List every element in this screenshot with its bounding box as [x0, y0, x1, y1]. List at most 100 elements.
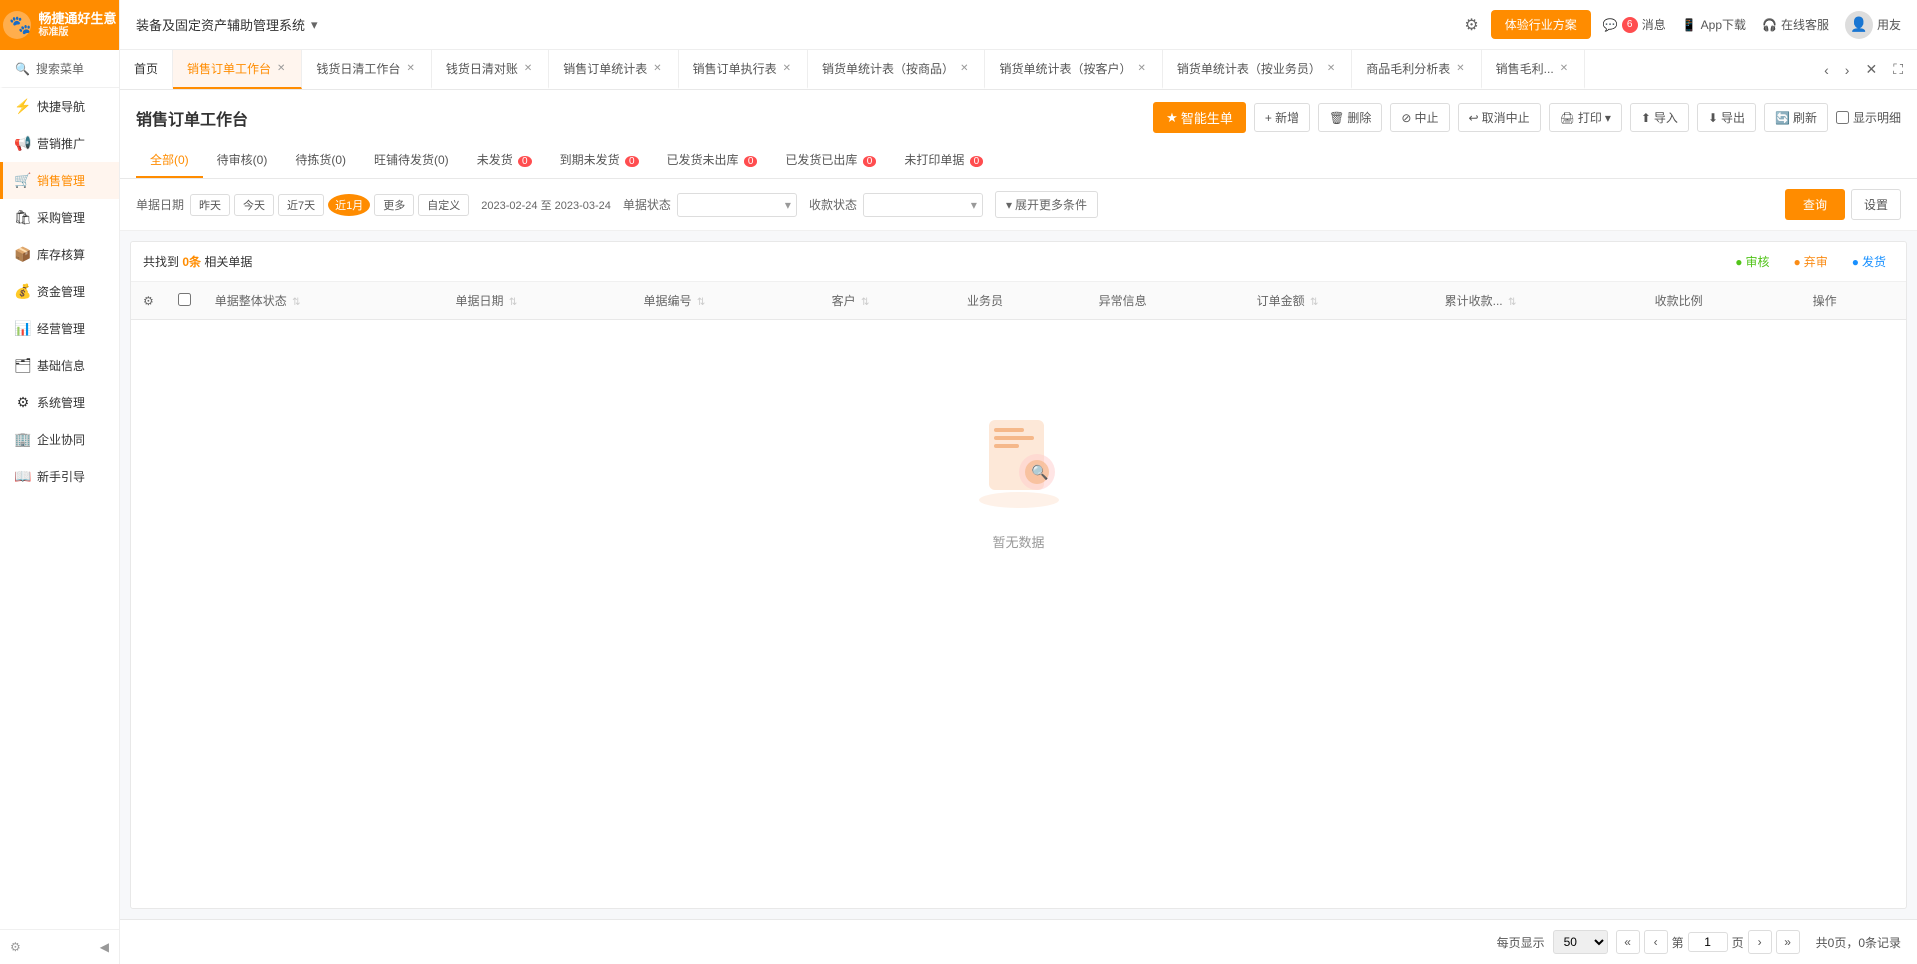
tab-reconciliation-close[interactable]: ✕ — [522, 62, 534, 75]
tab-margin-analysis-close[interactable]: ✕ — [1454, 62, 1466, 75]
date-btn-custom[interactable]: 自定义 — [418, 194, 469, 216]
tab-reconciliation[interactable]: 钱货日清对账 ✕ — [432, 50, 549, 89]
tab-sales-customer-close[interactable]: ✕ — [1135, 62, 1147, 75]
tab-maximize-btn[interactable]: ⛶ — [1887, 57, 1909, 82]
tab-sales-product[interactable]: 销货单统计表（按商品） ✕ — [808, 50, 985, 89]
export-icon: ⬇ — [1708, 111, 1718, 125]
industry-btn[interactable]: 体验行业方案 — [1491, 10, 1591, 39]
show-detail-checkbox[interactable] — [1836, 111, 1849, 124]
tab-close-all-btn[interactable]: ✕ — [1859, 57, 1883, 82]
date-btn-yesterday[interactable]: 昨天 — [190, 194, 230, 216]
subtab-overdue[interactable]: 到期未发货 0 — [546, 143, 653, 178]
tab-sales-staff-close[interactable]: ✕ — [1325, 62, 1337, 75]
select-all-checkbox[interactable] — [178, 293, 191, 306]
sort-status-icon[interactable]: ⇅ — [292, 297, 300, 308]
sidebar-item-inventory[interactable]: 📦 库存核算 — [0, 236, 119, 273]
tab-daily-clear[interactable]: 钱货日清工作台 ✕ — [302, 50, 431, 89]
subtab-shipped-not-out[interactable]: 已发货未出库 0 — [653, 143, 772, 178]
sidebar-item-enterprise[interactable]: 🏢 企业协同 — [0, 421, 119, 458]
cancel-stop-btn[interactable]: ↩ 取消中止 — [1458, 103, 1541, 132]
subtab-wangpu-pending[interactable]: 旺铺待发货(0) — [360, 143, 463, 178]
page-size-select[interactable]: 50 100 — [1553, 930, 1608, 954]
sort-number-icon[interactable]: ⇅ — [697, 297, 705, 308]
smart-create-btn[interactable]: ★ 智能生单 — [1153, 102, 1246, 133]
tab-sales-workbench[interactable]: 销售订单工作台 ✕ — [173, 50, 302, 89]
user-btn[interactable]: 👤 用友 — [1845, 11, 1901, 39]
sort-date-icon[interactable]: ⇅ — [509, 297, 517, 308]
date-btn-7days[interactable]: 近7天 — [278, 194, 324, 216]
topbar-settings-icon[interactable]: ⚙ — [1464, 15, 1478, 35]
online-support-btn[interactable]: 🎧 在线客服 — [1762, 16, 1829, 33]
approve-btn[interactable]: ● 审核 — [1727, 250, 1777, 273]
subtab-pending-review[interactable]: 待审核(0) — [203, 143, 282, 178]
status-select[interactable] — [677, 193, 797, 217]
settings-icon[interactable]: ⚙ — [10, 940, 21, 954]
subtab-pending-pick[interactable]: 待拣货(0) — [281, 143, 360, 178]
sort-cumulative-icon[interactable]: ⇅ — [1508, 297, 1516, 308]
ship-btn[interactable]: ● 发货 — [1844, 250, 1894, 273]
tab-sales-product-label: 销货单统计表（按商品） — [822, 60, 954, 77]
date-filter-label: 单据日期 — [136, 196, 184, 213]
tab-daily-clear-close[interactable]: ✕ — [404, 62, 416, 75]
tab-order-exec-close[interactable]: ✕ — [781, 62, 793, 75]
sidebar-item-base[interactable]: 🗂 基础信息 — [0, 347, 119, 384]
tab-sales-staff[interactable]: 销货单统计表（按业务员） ✕ — [1163, 50, 1352, 89]
page-input[interactable] — [1688, 932, 1728, 952]
search-menu[interactable]: 🔍 搜索菜单 — [0, 50, 119, 88]
tab-sales-product-close[interactable]: ✕ — [958, 62, 970, 75]
pagination: 每页显示 50 100 « ‹ 第 页 › » 共0页，0条记录 — [120, 919, 1917, 964]
tab-sales-customer[interactable]: 销货单统计表（按客户） ✕ — [985, 50, 1162, 89]
sidebar-item-purchase[interactable]: 🛍 采购管理 — [0, 199, 119, 236]
sort-amount-icon[interactable]: ⇅ — [1310, 297, 1318, 308]
subtab-unshipped[interactable]: 未发货 0 — [463, 143, 546, 178]
subtab-unprinted[interactable]: 未打印单据 0 — [890, 143, 997, 178]
set-btn[interactable]: 设置 — [1851, 189, 1901, 220]
sort-customer-icon[interactable]: ⇅ — [861, 297, 869, 308]
tab-next-btn[interactable]: › — [1839, 58, 1856, 82]
export-btn[interactable]: ⬇ 导出 — [1697, 103, 1756, 132]
date-btn-today[interactable]: 今天 — [234, 194, 274, 216]
message-btn[interactable]: 💬 6 消息 — [1603, 16, 1666, 33]
app-download-btn[interactable]: 📱 App下载 — [1682, 16, 1746, 33]
sidebar-item-system[interactable]: ⚙ 系统管理 — [0, 384, 119, 421]
tab-prev-btn[interactable]: ‹ — [1818, 58, 1835, 82]
tab-sales-margin[interactable]: 销售毛利... ✕ — [1482, 50, 1585, 89]
col-settings[interactable]: ⚙ — [131, 282, 166, 320]
expand-filter-btn[interactable]: ▾ 展开更多条件 — [995, 191, 1098, 218]
add-btn[interactable]: + 新增 — [1254, 103, 1310, 132]
sidebar-item-quicknav[interactable]: ⚡ 快捷导航 — [0, 88, 119, 125]
tab-margin-analysis[interactable]: 商品毛利分析表 ✕ — [1352, 50, 1481, 89]
tab-order-exec[interactable]: 销售订单执行表 ✕ — [679, 50, 808, 89]
revoke-btn[interactable]: ● 弃审 — [1785, 250, 1835, 273]
print-btn[interactable]: 🖨 打印 ▾ — [1549, 103, 1622, 132]
sidebar-item-operations[interactable]: 📊 经营管理 — [0, 310, 119, 347]
import-btn[interactable]: ⬆ 导入 — [1630, 103, 1689, 132]
delete-btn[interactable]: 🗑 删除 — [1318, 103, 1382, 132]
page-prev-btn[interactable]: ‹ — [1644, 930, 1668, 954]
sidebar-item-finance[interactable]: 💰 资金管理 — [0, 273, 119, 310]
date-btn-more[interactable]: 更多 — [374, 194, 414, 216]
stop-btn[interactable]: ⊘ 中止 — [1390, 103, 1449, 132]
page-first-btn[interactable]: « — [1616, 930, 1640, 954]
page-last-btn[interactable]: » — [1776, 930, 1800, 954]
show-detail-checkbox-label[interactable]: 显示明细 — [1836, 109, 1901, 126]
tab-home[interactable]: 首页 — [120, 50, 173, 89]
topbar-dropdown-icon[interactable]: ▾ — [311, 17, 318, 33]
sidebar-item-newguide[interactable]: 📖 新手引导 — [0, 458, 119, 495]
tab-sales-margin-close[interactable]: ✕ — [1558, 62, 1570, 75]
collapse-icon[interactable]: ◀ — [100, 940, 109, 954]
tab-order-stats[interactable]: 销售订单统计表 ✕ — [549, 50, 678, 89]
subtab-shipped-out[interactable]: 已发货已出库 0 — [771, 143, 890, 178]
cancel-stop-icon: ↩ — [1469, 111, 1479, 125]
sidebar-item-sales[interactable]: 🛒 销售管理 — [0, 162, 119, 199]
th-checkbox[interactable] — [166, 282, 203, 320]
tab-order-stats-close[interactable]: ✕ — [651, 62, 663, 75]
subtab-all[interactable]: 全部(0) — [136, 143, 203, 178]
refresh-btn[interactable]: 🔄 刷新 — [1764, 103, 1828, 132]
sidebar-item-marketing[interactable]: 📢 营销推广 — [0, 125, 119, 162]
page-next-btn[interactable]: › — [1748, 930, 1772, 954]
tab-sales-workbench-close[interactable]: ✕ — [275, 62, 287, 75]
payment-select[interactable] — [863, 193, 983, 217]
date-btn-month[interactable]: 近1月 — [328, 194, 370, 216]
query-btn[interactable]: 查询 — [1785, 189, 1845, 220]
